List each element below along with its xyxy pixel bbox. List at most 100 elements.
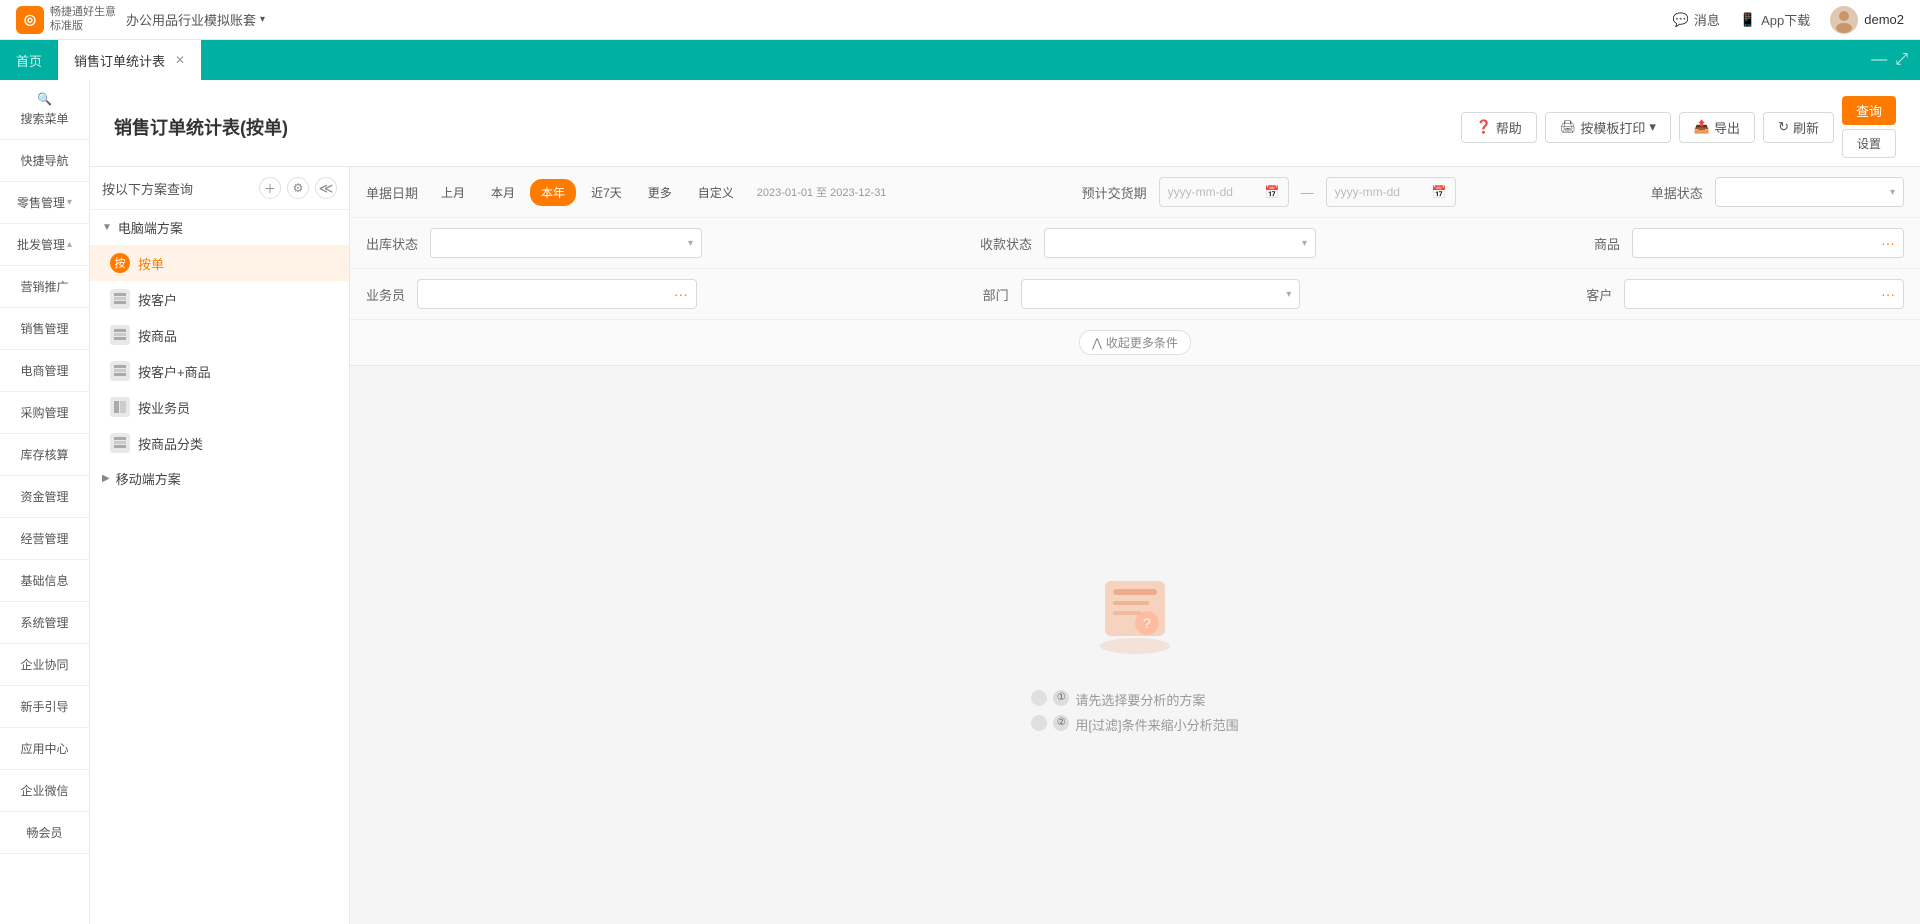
app-download-button[interactable]: 📱 App下载 — [1740, 10, 1810, 29]
scheme-item-by-salesperson[interactable]: 按业务员 — [90, 389, 349, 425]
workspace-name: 办公用品行业模拟账套 — [126, 10, 256, 29]
sidebar-item-finance[interactable]: 资金管理 — [0, 476, 89, 518]
sidebar-arrow-wholesale: ▴ — [67, 239, 72, 250]
scheme-item-icon-by-order: 按 — [110, 253, 130, 273]
top-bar-left: ◎ 畅捷通好生意 标准版 办公用品行业模拟账套 ▾ — [16, 6, 265, 34]
message-button[interactable]: 💬 消息 — [1673, 10, 1720, 29]
scheme-group-header-mobile[interactable]: ▶ 移动端方案 — [90, 461, 349, 496]
scheme-panel-title: 按以下方案查询 — [102, 179, 253, 198]
filter-label-delivery-status: 出库状态 — [366, 234, 418, 253]
sidebar-item-wholesale[interactable]: 批发管理 ▴ — [0, 224, 89, 266]
scheme-add-icon[interactable]: ＋ — [259, 177, 281, 199]
scheme-panel: 按以下方案查询 ＋ ⚙ ≪ ▼ 电脑端方案 按 — [90, 167, 350, 924]
page-header-actions: ❓ 帮助 🖨 按模板打印 ▾ 📤 导出 ↻ 刷新 — [1461, 96, 1896, 158]
filter-label-date: 单据日期 — [366, 183, 418, 202]
delivery-chevron-icon: ▾ — [688, 238, 693, 249]
sidebar-item-new-guide[interactable]: 新手引导 — [0, 686, 89, 728]
collection-chevron-icon: ▾ — [1302, 238, 1307, 249]
customer-more-icon[interactable]: ··· — [1881, 286, 1895, 302]
scheme-item-by-customer-goods[interactable]: 按客户+商品 — [90, 353, 349, 389]
sidebar-item-ecommerce[interactable]: 电商管理 — [0, 350, 89, 392]
department-select[interactable]: ▾ — [1021, 279, 1301, 309]
scheme-item-icon-by-customer — [110, 289, 130, 309]
filter-label-goods: 商品 — [1594, 234, 1620, 253]
sidebar-item-app-center[interactable]: 应用中心 — [0, 728, 89, 770]
content-area: 按以下方案查询 ＋ ⚙ ≪ ▼ 电脑端方案 按 — [90, 167, 1920, 924]
sidebar-item-operations[interactable]: 经营管理 — [0, 518, 89, 560]
workspace-selector[interactable]: 办公用品行业模拟账套 ▾ — [126, 10, 265, 29]
sidebar-item-marketing[interactable]: 营销推广 — [0, 266, 89, 308]
refresh-button[interactable]: ↻ 刷新 — [1763, 112, 1834, 143]
delivery-status-select[interactable]: ▾ — [430, 228, 702, 258]
scheme-item-by-goods-category[interactable]: 按商品分类 — [90, 425, 349, 461]
filter-row-1: 单据日期 上月 本月 本年 近7天 更多 自定义 2023-01-01 至 20… — [350, 167, 1920, 218]
date-btn-7days[interactable]: 近7天 — [580, 179, 633, 206]
filter-section: 单据日期 上月 本月 本年 近7天 更多 自定义 2023-01-01 至 20… — [350, 167, 1920, 320]
scheme-item-icon-by-salesperson — [110, 397, 130, 417]
scheme-item-by-goods[interactable]: 按商品 — [90, 317, 349, 353]
sidebar-item-search-menu[interactable]: 🔍 搜索菜单 — [0, 80, 89, 140]
date-btn-last-month[interactable]: 上月 — [430, 179, 476, 206]
calendar-end-icon: 📅 — [1432, 185, 1447, 199]
sidebar-item-inventory[interactable]: 库存核算 — [0, 434, 89, 476]
download-icon: 📱 — [1740, 12, 1756, 28]
expected-date-end[interactable]: yyyy-mm-dd 📅 — [1326, 177, 1456, 207]
tab-bar: 首页 销售订单统计表 ✕ — ⤢ — [0, 40, 1920, 80]
salesperson-more-icon[interactable]: ··· — [674, 286, 688, 302]
query-button[interactable]: 查询 — [1842, 96, 1896, 125]
sidebar-item-system[interactable]: 系统管理 — [0, 602, 89, 644]
help-button[interactable]: ❓ 帮助 — [1461, 112, 1537, 143]
filter-label-department: 部门 — [983, 285, 1009, 304]
page-title: 销售订单统计表(按单) — [114, 114, 288, 140]
sidebar-item-purchase[interactable]: 采购管理 — [0, 392, 89, 434]
date-btn-this-month[interactable]: 本月 — [480, 179, 526, 206]
user-name: demo2 — [1864, 12, 1904, 27]
sidebar-item-enterprise-wechat[interactable]: 企业微信 — [0, 770, 89, 812]
scheme-panel-header: 按以下方案查询 ＋ ⚙ ≪ — [90, 167, 349, 210]
help-icon: ❓ — [1476, 119, 1492, 135]
page-content: 销售订单统计表(按单) ❓ 帮助 🖨 按模板打印 ▾ 📤 导出 ↻ 刷新 — [90, 80, 1920, 924]
tab-close-icon[interactable]: ✕ — [175, 53, 185, 67]
collapse-row: ⋀ 收起更多条件 — [350, 320, 1920, 366]
main: 🔍 搜索菜单 快捷导航 零售管理 ▾ 批发管理 ▴ 营销推广 销售管理 电商管理… — [0, 80, 1920, 924]
scheme-item-by-order[interactable]: 按 按单 — [90, 245, 349, 281]
sidebar-item-member[interactable]: 畅会员 — [0, 812, 89, 854]
scheme-group-header-pc[interactable]: ▼ 电脑端方案 — [90, 210, 349, 245]
print-template-button[interactable]: 🖨 按模板打印 ▾ — [1545, 112, 1671, 143]
tab-sales-stats[interactable]: 销售订单统计表 ✕ — [58, 40, 201, 80]
tab-home[interactable]: 首页 — [0, 40, 58, 80]
scheme-item-icon-by-customer-goods — [110, 361, 130, 381]
sidebar-item-basics[interactable]: 基础信息 — [0, 560, 89, 602]
collection-status-select[interactable]: ▾ — [1044, 228, 1316, 258]
date-btn-this-year[interactable]: 本年 — [530, 179, 576, 206]
export-button[interactable]: 📤 导出 — [1679, 112, 1755, 143]
tab-minimize-icon[interactable]: — — [1871, 51, 1887, 69]
scheme-item-by-customer[interactable]: 按客户 — [90, 281, 349, 317]
user-area[interactable]: demo2 — [1830, 6, 1904, 34]
calendar-start-icon: 📅 — [1265, 185, 1280, 199]
date-btn-more[interactable]: 更多 — [637, 179, 683, 206]
goods-more-icon[interactable]: ··· — [1881, 235, 1895, 251]
sidebar-item-quick-nav[interactable]: 快捷导航 — [0, 140, 89, 182]
scheme-settings-icon[interactable]: ⚙ — [287, 177, 309, 199]
top-bar-right: 💬 消息 📱 App下载 demo2 — [1673, 6, 1904, 34]
collapse-button[interactable]: ⋀ 收起更多条件 — [1079, 330, 1191, 355]
sidebar-item-retail[interactable]: 零售管理 ▾ — [0, 182, 89, 224]
salesperson-input[interactable]: ··· — [417, 279, 697, 309]
bill-status-select[interactable]: ▾ — [1715, 177, 1904, 207]
collapse-icon: ⋀ — [1092, 336, 1102, 350]
filter-label-collection-status: 收款状态 — [980, 234, 1032, 253]
collapse-label: 收起更多条件 — [1106, 334, 1178, 351]
empty-tip-2: ② 用[过滤]条件来缩小分析范围 — [1031, 715, 1238, 734]
sidebar-item-sales[interactable]: 销售管理 — [0, 308, 89, 350]
sidebar-item-enterprise[interactable]: 企业协同 — [0, 644, 89, 686]
expected-date-start[interactable]: yyyy-mm-dd 📅 — [1159, 177, 1289, 207]
settings-button[interactable]: 设置 — [1842, 129, 1896, 158]
message-icon: 💬 — [1673, 12, 1689, 28]
app-download-label: App下载 — [1761, 10, 1810, 29]
date-btn-custom[interactable]: 自定义 — [687, 179, 745, 206]
customer-input[interactable]: ··· — [1624, 279, 1904, 309]
tab-expand-icon[interactable]: ⤢ — [1895, 51, 1908, 69]
goods-input[interactable]: ··· — [1632, 228, 1904, 258]
scheme-collapse-icon[interactable]: ≪ — [315, 177, 337, 199]
